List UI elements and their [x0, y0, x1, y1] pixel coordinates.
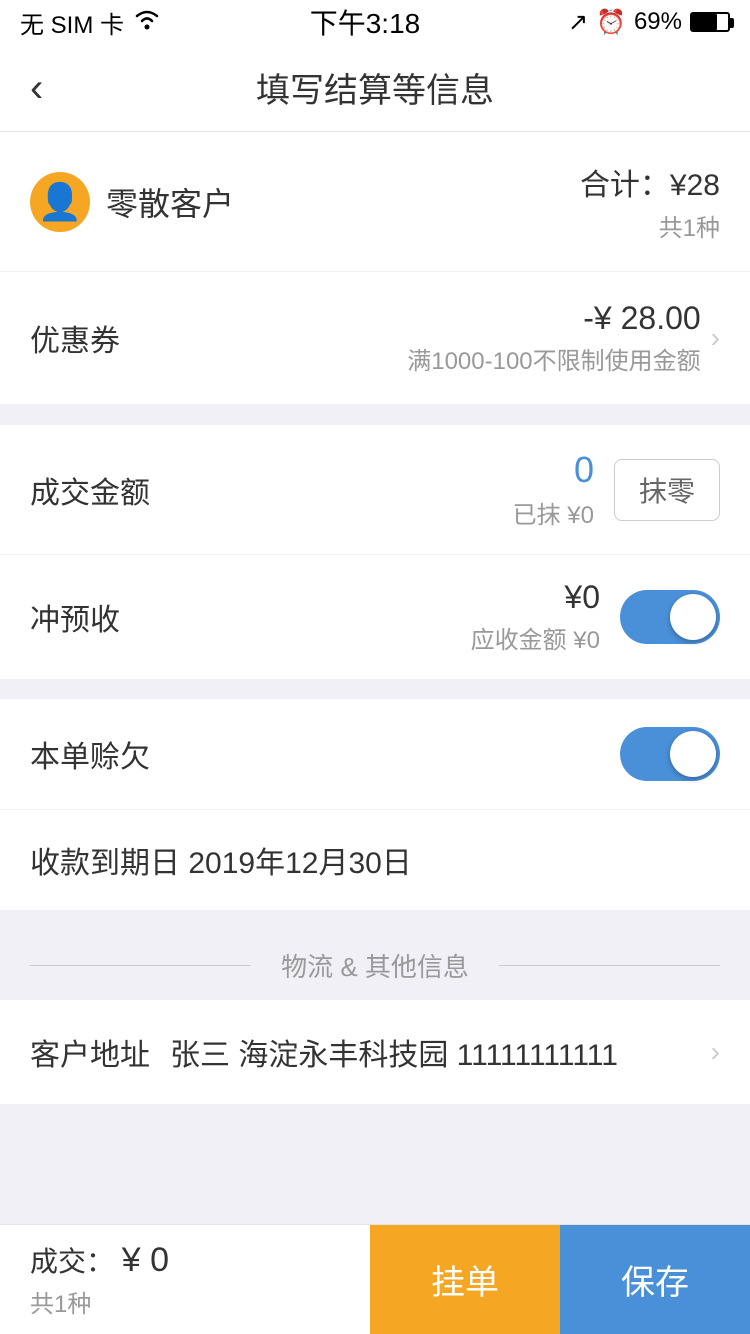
- bottom-deal-amount: ¥ 0: [122, 1241, 169, 1279]
- status-right: ↗ ⏰ 69%: [568, 8, 730, 37]
- prepayment-right: ¥0 应收金额 ¥0: [471, 579, 720, 655]
- bottom-summary: 成交： ¥ 0 共1种: [0, 1240, 370, 1319]
- total-count: 共1种: [580, 208, 720, 243]
- coupon-discount: -¥ 28.00: [407, 300, 700, 337]
- nav-bar: ‹ 填写结算等信息: [0, 44, 750, 132]
- hold-button-label: 挂单: [431, 1255, 499, 1304]
- customer-info: 👤 零散客户: [30, 172, 234, 232]
- due-date-text: 收款到期日 2019年12月30日: [30, 847, 412, 880]
- transaction-value: 0: [513, 449, 594, 491]
- customer-name: 零散客户: [106, 179, 234, 225]
- status-bar: 无 SIM 卡 下午3:18 ↗ ⏰ 69%: [0, 0, 750, 44]
- address-value: 张三 海淀永丰科技园 11111111111: [170, 1030, 711, 1074]
- debt-row: 本单赊欠: [0, 699, 750, 809]
- transaction-amount-row: 成交金额 0 已抹 ¥0 抹零: [0, 424, 750, 554]
- bottom-deal-label: 成交：: [30, 1246, 114, 1277]
- battery-icon: [690, 12, 730, 32]
- prepayment-amount: ¥0: [471, 579, 600, 616]
- transaction-label: 成交金额: [30, 468, 150, 512]
- coupon-right: -¥ 28.00 满1000-100不限制使用金额 ›: [407, 300, 720, 376]
- toggle-knob: [670, 594, 716, 640]
- status-time: 下午3:18: [310, 2, 421, 42]
- prepayment-amount-block: ¥0 应收金额 ¥0: [471, 579, 600, 655]
- gap-1: [0, 404, 750, 424]
- page-title: 填写结算等信息: [256, 63, 494, 112]
- customer-row: 👤 零散客户 合计：¥28 共1种: [0, 132, 750, 271]
- sim-text: 无 SIM 卡: [20, 5, 124, 40]
- debt-toggle[interactable]: [620, 727, 720, 781]
- logistics-divider: 物流 & 其他信息: [0, 930, 750, 1000]
- address-chevron-icon: ›: [711, 1036, 720, 1068]
- alarm-icon: ⏰: [596, 8, 626, 37]
- prepayment-toggle[interactable]: [620, 590, 720, 644]
- coupon-label: 优惠券: [30, 316, 120, 360]
- coupon-row[interactable]: 优惠券 -¥ 28.00 满1000-100不限制使用金额 ›: [0, 271, 750, 404]
- address-row[interactable]: 客户地址 张三 海淀永丰科技园 11111111111 ›: [0, 1000, 750, 1104]
- avatar: 👤: [30, 172, 90, 232]
- bottom-bar: 成交： ¥ 0 共1种 挂单 保存: [0, 1224, 750, 1334]
- address-section: 客户地址 张三 海淀永丰科技园 11111111111 ›: [0, 1000, 750, 1104]
- bottom-count: 共1种: [30, 1284, 340, 1319]
- transaction-sub: 已抹 ¥0: [513, 495, 594, 530]
- address-label: 客户地址: [30, 1030, 150, 1074]
- wifi-icon: [132, 8, 162, 37]
- prepayment-label: 冲预收: [30, 595, 120, 639]
- chevron-right-icon: ›: [711, 322, 720, 354]
- battery-percent: 69%: [634, 8, 682, 36]
- save-button-label: 保存: [621, 1255, 689, 1304]
- save-button[interactable]: 保存: [560, 1225, 750, 1334]
- hold-button[interactable]: 挂单: [370, 1225, 560, 1334]
- transaction-section: 成交金额 0 已抹 ¥0 抹零 冲预收 ¥0 应收金额 ¥0: [0, 424, 750, 679]
- transaction-right: 0 已抹 ¥0 抹零: [513, 449, 720, 530]
- back-button[interactable]: ‹: [30, 68, 43, 108]
- debt-toggle-knob: [670, 731, 716, 777]
- avatar-icon: 👤: [38, 181, 83, 223]
- gap-2: [0, 679, 750, 699]
- status-left: 无 SIM 卡: [20, 5, 162, 40]
- coupon-value-block: -¥ 28.00 满1000-100不限制使用金额: [407, 300, 700, 376]
- total-amount: 合计：¥28: [580, 160, 720, 204]
- divider-line-left: [30, 965, 251, 966]
- debt-section: 本单赊欠 收款到期日 2019年12月30日: [0, 699, 750, 910]
- prepayment-sub: 应收金额 ¥0: [471, 620, 600, 655]
- debt-label: 本单赊欠: [30, 732, 150, 776]
- gap-3: [0, 910, 750, 930]
- due-date-row: 收款到期日 2019年12月30日: [0, 809, 750, 910]
- round-zero-button[interactable]: 抹零: [614, 459, 720, 521]
- prepayment-row: 冲预收 ¥0 应收金额 ¥0: [0, 554, 750, 679]
- location-icon: ↗: [568, 8, 588, 37]
- amount-block: 0 已抹 ¥0: [513, 449, 594, 530]
- customer-total: 合计：¥28 共1种: [580, 160, 720, 243]
- customer-section: 👤 零散客户 合计：¥28 共1种 优惠券 -¥ 28.00 满1000-100…: [0, 132, 750, 404]
- coupon-description: 满1000-100不限制使用金额: [407, 341, 700, 376]
- bottom-deal-row: 成交： ¥ 0: [30, 1240, 340, 1280]
- logistics-label: 物流 & 其他信息: [281, 947, 469, 984]
- divider-line-right: [499, 965, 720, 966]
